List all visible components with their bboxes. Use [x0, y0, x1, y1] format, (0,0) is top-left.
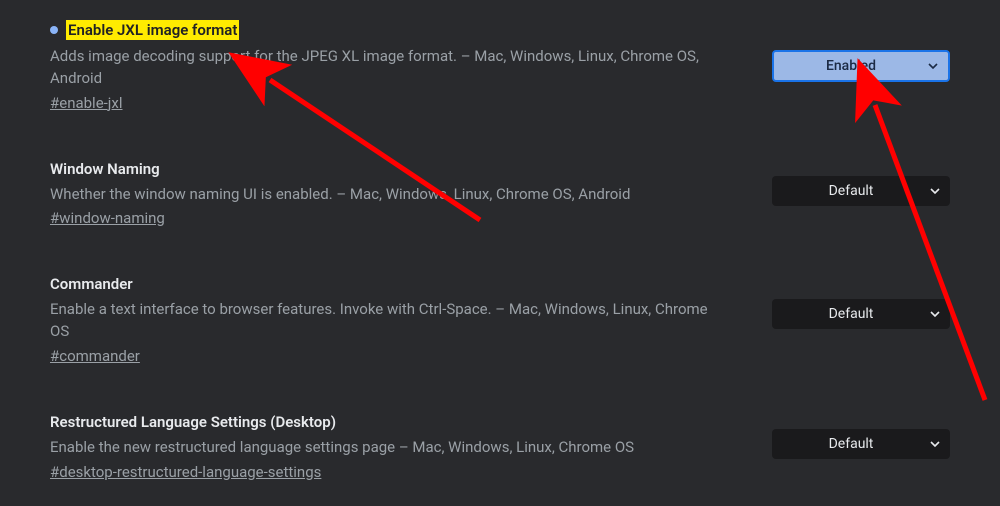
flag-title-line: Enable JXL image format [50, 20, 710, 46]
dropdown-cell: Default [772, 413, 950, 459]
flag-title: Enable JXL image format [66, 20, 239, 40]
flag-state-dropdown[interactable]: Default [772, 429, 950, 459]
flag-hash-link[interactable]: #window-naming [50, 209, 165, 227]
flag-description: Whether the window naming UI is enabled.… [50, 184, 710, 206]
modified-bullet-icon [50, 26, 58, 34]
flag-hash-link[interactable]: #commander [50, 347, 140, 365]
flag-hash-link[interactable]: #enable-jxl [50, 94, 122, 112]
flags-page: Enable JXL image format Adds image decod… [0, 0, 1000, 506]
flag-description: Adds image decoding support for the JPEG… [50, 46, 710, 90]
dropdown-value: Default [772, 183, 930, 199]
chevron-down-icon [930, 309, 940, 319]
flag-hash-link[interactable]: #desktop-restructured-language-settings [50, 463, 321, 481]
flag-description: Enable a text interface to browser featu… [50, 299, 710, 343]
flag-description: Enable the new restructured language set… [50, 437, 710, 459]
chevron-down-icon [928, 61, 938, 71]
flag-state-dropdown[interactable]: Enabled [772, 50, 950, 82]
dropdown-value: Default [772, 306, 930, 322]
flag-title: Window Naming [50, 160, 160, 178]
flag-row: Window Naming Whether the window naming … [50, 160, 950, 228]
flag-state-dropdown[interactable]: Default [772, 299, 950, 329]
flag-text-block: Window Naming Whether the window naming … [50, 160, 730, 228]
dropdown-cell: Default [772, 160, 950, 206]
flag-row: Enable JXL image format Adds image decod… [50, 20, 950, 112]
flag-state-dropdown[interactable]: Default [772, 176, 950, 206]
flag-title: Restructured Language Settings (Desktop) [50, 413, 336, 431]
flag-row: Commander Enable a text interface to bro… [50, 275, 950, 365]
dropdown-value: Default [772, 436, 930, 452]
flag-text-block: Restructured Language Settings (Desktop)… [50, 413, 730, 481]
flag-row: Restructured Language Settings (Desktop)… [50, 413, 950, 481]
dropdown-cell: Enabled [772, 20, 950, 82]
chevron-down-icon [930, 439, 940, 449]
dropdown-cell: Default [772, 275, 950, 329]
chevron-down-icon [930, 186, 940, 196]
dropdown-value: Enabled [774, 58, 928, 74]
flag-text-block: Commander Enable a text interface to bro… [50, 275, 730, 365]
flag-title: Commander [50, 275, 133, 293]
flag-text-block: Enable JXL image format Adds image decod… [50, 20, 730, 112]
